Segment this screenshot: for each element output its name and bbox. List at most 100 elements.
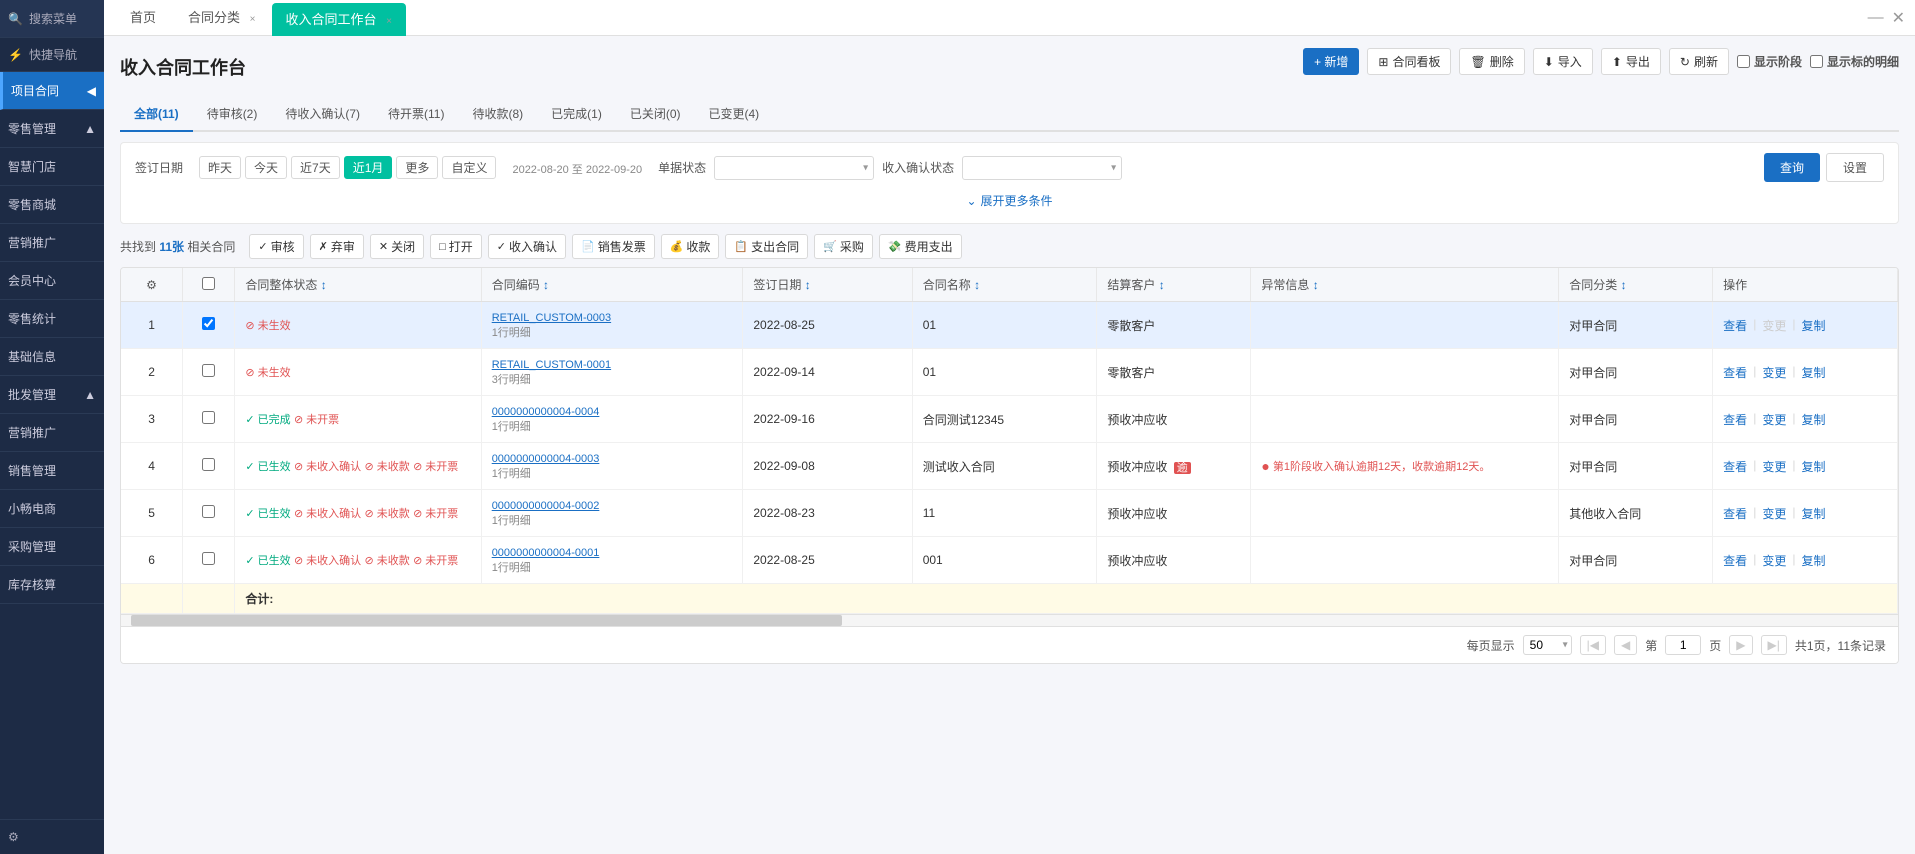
show-detail-checkbox[interactable]: 显示标的明细 bbox=[1810, 53, 1899, 70]
sort-icon4[interactable]: ↕ bbox=[974, 278, 980, 292]
tab-income-contract[interactable]: 收入合同工作台 × bbox=[272, 3, 406, 36]
sidebar-item-member[interactable]: 会员中心 bbox=[0, 262, 104, 300]
doc-status-select[interactable] bbox=[714, 156, 874, 180]
tab-contract-category-close[interactable]: × bbox=[250, 14, 256, 25]
copy-btn4[interactable]: 复制 bbox=[1801, 458, 1825, 475]
expand-filter-button[interactable]: ⌄ 展开更多条件 bbox=[958, 188, 1060, 213]
date-btn-1month[interactable]: 近1月 bbox=[344, 156, 393, 179]
tab-pending-invoice[interactable]: 待开票(11) bbox=[374, 97, 458, 132]
sidebar-search[interactable]: 🔍 搜索菜单 bbox=[0, 0, 104, 38]
select-all-checkbox[interactable] bbox=[202, 277, 215, 290]
date-btn-today[interactable]: 今天 bbox=[245, 156, 287, 179]
date-btn-yesterday[interactable]: 昨天 bbox=[199, 156, 241, 179]
contract-code-link[interactable]: RETAIL_CUSTOM-0003 bbox=[492, 312, 611, 324]
col-check-header[interactable] bbox=[183, 268, 235, 302]
income-confirm-button[interactable]: ✓ 收入确认 bbox=[488, 234, 566, 259]
audit-button[interactable]: ✓ 审核 bbox=[249, 234, 303, 259]
change-btn2[interactable]: 变更 bbox=[1762, 364, 1786, 381]
row-checkbox[interactable] bbox=[183, 396, 235, 443]
contract-code-link2[interactable]: RETAIL_CUSTOM-0001 bbox=[492, 359, 611, 371]
row-check-input[interactable] bbox=[202, 411, 215, 424]
close-button[interactable]: ✕ 关闭 bbox=[370, 234, 424, 259]
sort-icon7[interactable]: ↕ bbox=[1621, 278, 1627, 292]
invoice-button[interactable]: 📄 销售发票 bbox=[572, 234, 655, 259]
sort-icon3[interactable]: ↕ bbox=[805, 278, 811, 292]
view-btn3[interactable]: 查看 bbox=[1723, 411, 1747, 428]
sidebar-item-marketing[interactable]: 营销推广 bbox=[0, 224, 104, 262]
copy-btn3[interactable]: 复制 bbox=[1801, 411, 1825, 428]
date-btn-7days[interactable]: 近7天 bbox=[291, 156, 340, 179]
scroll-thumb[interactable] bbox=[131, 615, 842, 626]
import-button[interactable]: ⬇ 导入 bbox=[1533, 48, 1593, 75]
window-minimize-icon[interactable]: — bbox=[1868, 9, 1884, 27]
date-btn-custom[interactable]: 自定义 bbox=[442, 156, 496, 179]
tab-completed[interactable]: 已完成(1) bbox=[537, 97, 616, 132]
sidebar-settings[interactable]: ⚙ bbox=[0, 819, 104, 854]
sort-icon5[interactable]: ↕ bbox=[1159, 278, 1165, 292]
row-checkbox[interactable] bbox=[183, 349, 235, 396]
tab-pending-review[interactable]: 待审核(2) bbox=[193, 97, 272, 132]
sidebar-item-retail-mall[interactable]: 零售商城 bbox=[0, 186, 104, 224]
payment-button[interactable]: 💰 收款 bbox=[661, 234, 720, 259]
page-input[interactable] bbox=[1665, 635, 1701, 655]
sort-icon2[interactable]: ↕ bbox=[543, 278, 549, 292]
row-checkbox[interactable] bbox=[183, 537, 235, 584]
tab-pending-payment[interactable]: 待收款(8) bbox=[458, 97, 537, 132]
new-button[interactable]: + 新增 bbox=[1303, 48, 1359, 75]
row-check-input[interactable] bbox=[202, 458, 215, 471]
last-page-btn[interactable]: ▶| bbox=[1761, 635, 1787, 655]
row-check-input[interactable] bbox=[202, 364, 215, 377]
sidebar-item-ecommerce[interactable]: 小畅电商 bbox=[0, 490, 104, 528]
export-button[interactable]: ⬆ 导出 bbox=[1601, 48, 1661, 75]
sidebar-item-retail-stats[interactable]: 零售统计 bbox=[0, 300, 104, 338]
tab-income-contract-close[interactable]: × bbox=[386, 16, 392, 27]
settings-icon[interactable]: ⚙ bbox=[146, 278, 157, 292]
change-btn3[interactable]: 变更 bbox=[1762, 411, 1786, 428]
tab-pending-confirm[interactable]: 待收入确认(7) bbox=[271, 97, 374, 132]
view-btn2[interactable]: 查看 bbox=[1723, 364, 1747, 381]
change-btn5[interactable]: 变更 bbox=[1762, 505, 1786, 522]
delete-button[interactable]: 🗑 删除 bbox=[1459, 48, 1524, 75]
copy-btn5[interactable]: 复制 bbox=[1801, 505, 1825, 522]
sort-icon6[interactable]: ↕ bbox=[1313, 278, 1319, 292]
filter-settings-button[interactable]: 设置 bbox=[1826, 153, 1884, 182]
purchase-button[interactable]: 🛒 采购 bbox=[814, 234, 873, 259]
query-button[interactable]: 查询 bbox=[1764, 153, 1820, 182]
window-close-icon[interactable]: ✕ bbox=[1892, 8, 1905, 28]
copy-btn2[interactable]: 复制 bbox=[1801, 364, 1825, 381]
row-check-input[interactable] bbox=[202, 505, 215, 518]
sidebar-item-wholesale[interactable]: 批发管理 ▲ bbox=[0, 376, 104, 414]
sidebar-item-base-info[interactable]: 基础信息 bbox=[0, 338, 104, 376]
tab-contract-category[interactable]: 合同分类 × bbox=[172, 0, 271, 36]
show-detail-input[interactable] bbox=[1810, 55, 1823, 68]
row-checkbox[interactable] bbox=[183, 443, 235, 490]
view-btn5[interactable]: 查看 bbox=[1723, 505, 1747, 522]
prev-page-btn[interactable]: ◀ bbox=[1614, 635, 1637, 655]
tab-closed[interactable]: 已关闭(0) bbox=[616, 97, 695, 132]
sidebar-item-project-contract[interactable]: 项目合同 ◀ bbox=[0, 72, 104, 110]
expense-output-button[interactable]: 💸 费用支出 bbox=[879, 234, 962, 259]
sidebar-item-marketing2[interactable]: 营销推广 bbox=[0, 414, 104, 452]
abandon-audit-button[interactable]: ✗ 弃审 bbox=[310, 234, 364, 259]
change-btn4[interactable]: 变更 bbox=[1762, 458, 1786, 475]
copy-btn6[interactable]: 复制 bbox=[1801, 552, 1825, 569]
row-checkbox[interactable] bbox=[183, 490, 235, 537]
sidebar-item-smart-store[interactable]: 智慧门店 bbox=[0, 148, 104, 186]
tab-changed[interactable]: 已变更(4) bbox=[695, 97, 774, 132]
change-btn[interactable]: 变更 bbox=[1762, 317, 1786, 334]
view-btn[interactable]: 查看 bbox=[1723, 317, 1747, 334]
date-btn-more[interactable]: 更多 bbox=[396, 156, 438, 179]
open-button[interactable]: □ 打开 bbox=[430, 234, 482, 259]
row-check-input[interactable] bbox=[202, 317, 215, 330]
sidebar-item-inventory[interactable]: 库存核算 bbox=[0, 566, 104, 604]
view-btn6[interactable]: 查看 bbox=[1723, 552, 1747, 569]
tab-all[interactable]: 全部(11) bbox=[120, 97, 193, 132]
horizontal-scrollbar[interactable] bbox=[121, 614, 1898, 626]
first-page-btn[interactable]: |◀ bbox=[1580, 635, 1606, 655]
contract-code-link4[interactable]: 0000000000004-0003 bbox=[492, 453, 600, 465]
page-size-select[interactable]: 10 20 50 100 bbox=[1523, 635, 1572, 655]
sort-icon[interactable]: ↕ bbox=[321, 278, 327, 292]
refresh-button[interactable]: ↻ 刷新 bbox=[1669, 48, 1729, 75]
contract-code-link5[interactable]: 0000000000004-0002 bbox=[492, 500, 600, 512]
view-btn4[interactable]: 查看 bbox=[1723, 458, 1747, 475]
